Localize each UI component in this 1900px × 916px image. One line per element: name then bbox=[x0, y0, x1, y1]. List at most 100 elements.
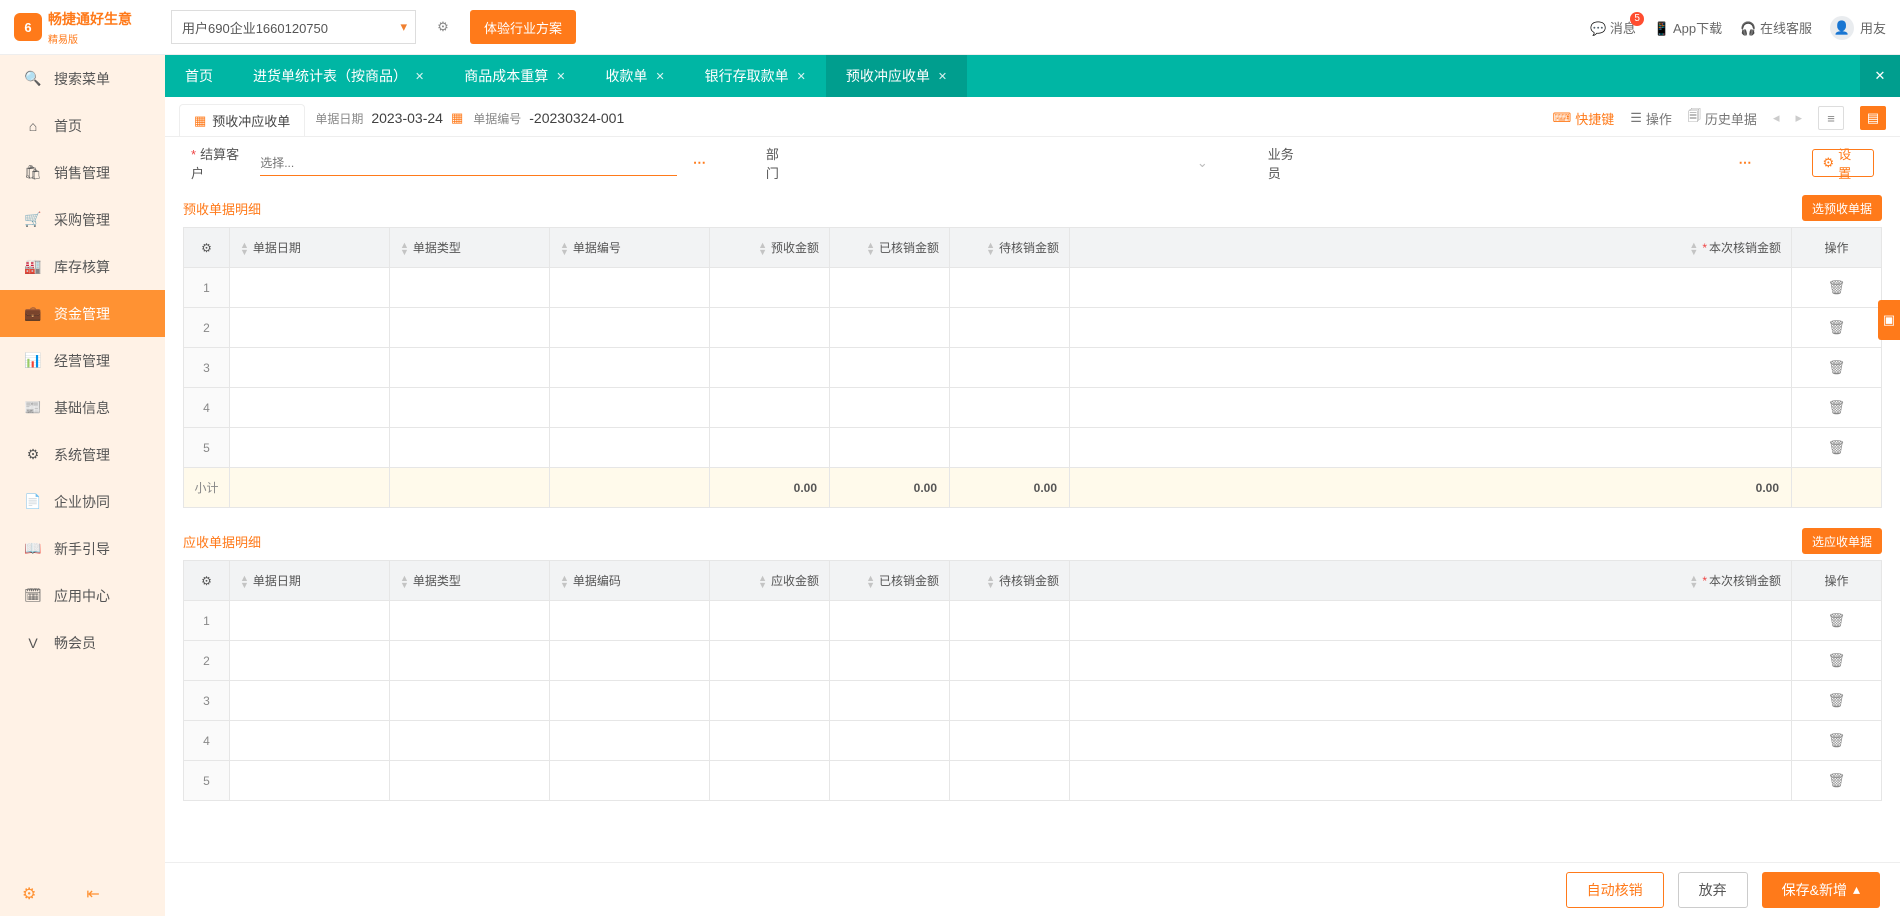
customer-more-icon[interactable]: ⋯ bbox=[693, 155, 706, 171]
col-bill-type[interactable]: ▲▼单据类型 bbox=[390, 228, 550, 268]
shortcut-button[interactable]: ⌨快捷键 bbox=[1552, 109, 1614, 128]
auto-writeoff-button[interactable]: 自动核销 bbox=[1566, 872, 1664, 908]
col-bill-type[interactable]: ▲▼单据类型 bbox=[390, 561, 550, 601]
col-this-write-amt[interactable]: ▲▼*本次核销金额 bbox=[1070, 228, 1792, 268]
col-config-icon[interactable]: ⚙ bbox=[184, 228, 230, 268]
sales-input[interactable] bbox=[1316, 150, 1723, 176]
sidebar-item-label: 基础信息 bbox=[54, 398, 110, 418]
col-this-write-amt[interactable]: ▲▼*本次核销金额 bbox=[1070, 561, 1792, 601]
table-row[interactable]: 5🗑 bbox=[184, 428, 1882, 468]
tab-close-icon[interactable]: ✕ bbox=[797, 70, 806, 83]
messages-button[interactable]: 💬 消息 5 bbox=[1590, 18, 1636, 37]
table-row[interactable]: 5🗑 bbox=[184, 761, 1882, 801]
tab-close-icon[interactable]: ✕ bbox=[556, 70, 565, 83]
row-delete-icon[interactable]: 🗑 bbox=[1792, 681, 1882, 721]
experience-plan-button[interactable]: 体验行业方案 bbox=[470, 10, 576, 44]
row-delete-icon[interactable]: 🗑 bbox=[1792, 601, 1882, 641]
table-row[interactable]: 1🗑 bbox=[184, 601, 1882, 641]
discard-button[interactable]: 放弃 bbox=[1678, 872, 1748, 908]
col-written-amt[interactable]: ▲▼已核销金额 bbox=[830, 228, 950, 268]
sidebar-item-3[interactable]: 🛒采购管理 bbox=[0, 196, 165, 243]
sidebar-item-11[interactable]: 🗓应用中心 bbox=[0, 572, 165, 619]
chevron-down-icon[interactable]: ⌄ bbox=[1197, 155, 1208, 171]
user-menu[interactable]: 👤 用友 bbox=[1830, 16, 1886, 40]
sidebar-collapse-icon[interactable]: ⇤ bbox=[86, 884, 99, 904]
customer-field[interactable]: *结算客户 ⋯ bbox=[191, 144, 706, 182]
table-row[interactable]: 2🗑 bbox=[184, 641, 1882, 681]
select-recv-button[interactable]: 选应收单据 bbox=[1802, 528, 1882, 554]
sidebar-item-7[interactable]: 📰基础信息 bbox=[0, 384, 165, 431]
tab-close-icon[interactable]: ✕ bbox=[655, 70, 664, 83]
sidebar-item-6[interactable]: 📊经营管理 bbox=[0, 337, 165, 384]
tab-3[interactable]: 收款单✕ bbox=[585, 55, 684, 97]
col-bill-code[interactable]: ▲▼单据编码 bbox=[550, 561, 710, 601]
col-bill-no[interactable]: ▲▼单据编号 bbox=[550, 228, 710, 268]
sales-more-icon[interactable]: ⋯ bbox=[1739, 155, 1752, 171]
sidebar-item-9[interactable]: 📄企业协同 bbox=[0, 478, 165, 525]
doc-date-field[interactable]: 单据日期 2023-03-24 ▦ bbox=[315, 100, 463, 136]
col-towrite-amt[interactable]: ▲▼待核销金额 bbox=[950, 561, 1070, 601]
table-row[interactable]: 2🗑 bbox=[184, 308, 1882, 348]
org-settings-icon[interactable]: ⚙ bbox=[428, 12, 458, 42]
tab-2[interactable]: 商品成本重算✕ bbox=[444, 55, 585, 97]
sidebar-item-4[interactable]: 🏭库存核算 bbox=[0, 243, 165, 290]
tab-close-icon[interactable]: ✕ bbox=[415, 70, 424, 83]
dept-field[interactable]: 部门 ⌄ bbox=[766, 144, 1208, 182]
tabs-close-all-icon[interactable]: ✕ bbox=[1860, 55, 1900, 97]
next-doc-icon[interactable]: ▸ bbox=[1795, 110, 1802, 126]
select-prepay-button[interactable]: 选预收单据 bbox=[1802, 195, 1882, 221]
settings-button[interactable]: ⚙ 设置 bbox=[1812, 149, 1874, 177]
history-button[interactable]: 🗐历史单据 bbox=[1688, 107, 1757, 129]
tab-0[interactable]: 首页 bbox=[165, 55, 233, 97]
table-row[interactable]: 4🗑 bbox=[184, 388, 1882, 428]
sidebar-settings-icon[interactable]: ⚙ bbox=[22, 884, 36, 904]
row-delete-icon[interactable]: 🗑 bbox=[1792, 348, 1882, 388]
col-bill-date[interactable]: ▲▼单据日期 bbox=[230, 561, 390, 601]
sidebar-item-2[interactable]: 🛍销售管理 bbox=[0, 149, 165, 196]
col-written-amt[interactable]: ▲▼已核销金额 bbox=[830, 561, 950, 601]
sidebar-item-8[interactable]: ⚙系统管理 bbox=[0, 431, 165, 478]
sales-field[interactable]: 业务员 ⋯ bbox=[1268, 144, 1752, 182]
col-bill-date[interactable]: ▲▼单据日期 bbox=[230, 228, 390, 268]
row-delete-icon[interactable]: 🗑 bbox=[1792, 761, 1882, 801]
sidebar-item-10[interactable]: 📖新手引导 bbox=[0, 525, 165, 572]
sidebar-item-0[interactable]: 🔍搜索菜单 bbox=[0, 55, 165, 102]
top-bar: 6 畅捷通好生意 精易版 用户690企业1660120750 ▾ ⚙ 体验行业方… bbox=[0, 0, 1900, 55]
tab-4[interactable]: 银行存取款单✕ bbox=[685, 55, 826, 97]
tab-close-icon[interactable]: ✕ bbox=[938, 70, 947, 83]
tab-label: 进货单统计表（按商品） bbox=[253, 66, 407, 86]
org-select[interactable]: 用户690企业1660120750 ▾ bbox=[171, 10, 416, 44]
row-delete-icon[interactable]: 🗑 bbox=[1792, 641, 1882, 681]
customer-input[interactable] bbox=[260, 150, 677, 176]
view-detail-icon[interactable]: ▤ bbox=[1860, 106, 1886, 130]
sidebar-item-icon: 🛍 bbox=[24, 164, 42, 181]
prev-doc-icon[interactable]: ◂ bbox=[1773, 110, 1780, 126]
row-delete-icon[interactable]: 🗑 bbox=[1792, 268, 1882, 308]
tab-1[interactable]: 进货单统计表（按商品） ✕ bbox=[233, 55, 444, 97]
table-row[interactable]: 4🗑 bbox=[184, 721, 1882, 761]
sidebar-item-icon: V bbox=[24, 635, 42, 651]
tab-5[interactable]: 预收冲应收单✕ bbox=[826, 55, 967, 97]
row-delete-icon[interactable]: 🗑 bbox=[1792, 428, 1882, 468]
col-towrite-amt[interactable]: ▲▼待核销金额 bbox=[950, 228, 1070, 268]
table-row[interactable]: 3🗑 bbox=[184, 681, 1882, 721]
sidebar-item-12[interactable]: V畅会员 bbox=[0, 619, 165, 666]
col-recv-amt[interactable]: ▲▼应收金额 bbox=[710, 561, 830, 601]
dept-input[interactable] bbox=[801, 150, 1209, 176]
table-row[interactable]: 1🗑 bbox=[184, 268, 1882, 308]
row-delete-icon[interactable]: 🗑 bbox=[1792, 388, 1882, 428]
row-index: 5 bbox=[184, 428, 230, 468]
view-list-icon[interactable]: ≡ bbox=[1818, 106, 1844, 130]
sidebar-item-1[interactable]: ⌂首页 bbox=[0, 102, 165, 149]
row-delete-icon[interactable]: 🗑 bbox=[1792, 721, 1882, 761]
save-and-new-button[interactable]: 保存&新增 ▴ bbox=[1762, 872, 1880, 908]
col-prepay-amt[interactable]: ▲▼预收金额 bbox=[710, 228, 830, 268]
table-row[interactable]: 3🗑 bbox=[184, 348, 1882, 388]
online-service-button[interactable]: 🎧 在线客服 bbox=[1740, 18, 1812, 37]
app-download-button[interactable]: 📱 App下载 bbox=[1654, 18, 1722, 37]
right-drawer-toggle[interactable]: ▣ bbox=[1878, 300, 1900, 340]
row-delete-icon[interactable]: 🗑 bbox=[1792, 308, 1882, 348]
operations-button[interactable]: ☰操作 bbox=[1630, 109, 1672, 128]
sidebar-item-5[interactable]: 💼资金管理 bbox=[0, 290, 165, 337]
col-config-icon[interactable]: ⚙ bbox=[184, 561, 230, 601]
